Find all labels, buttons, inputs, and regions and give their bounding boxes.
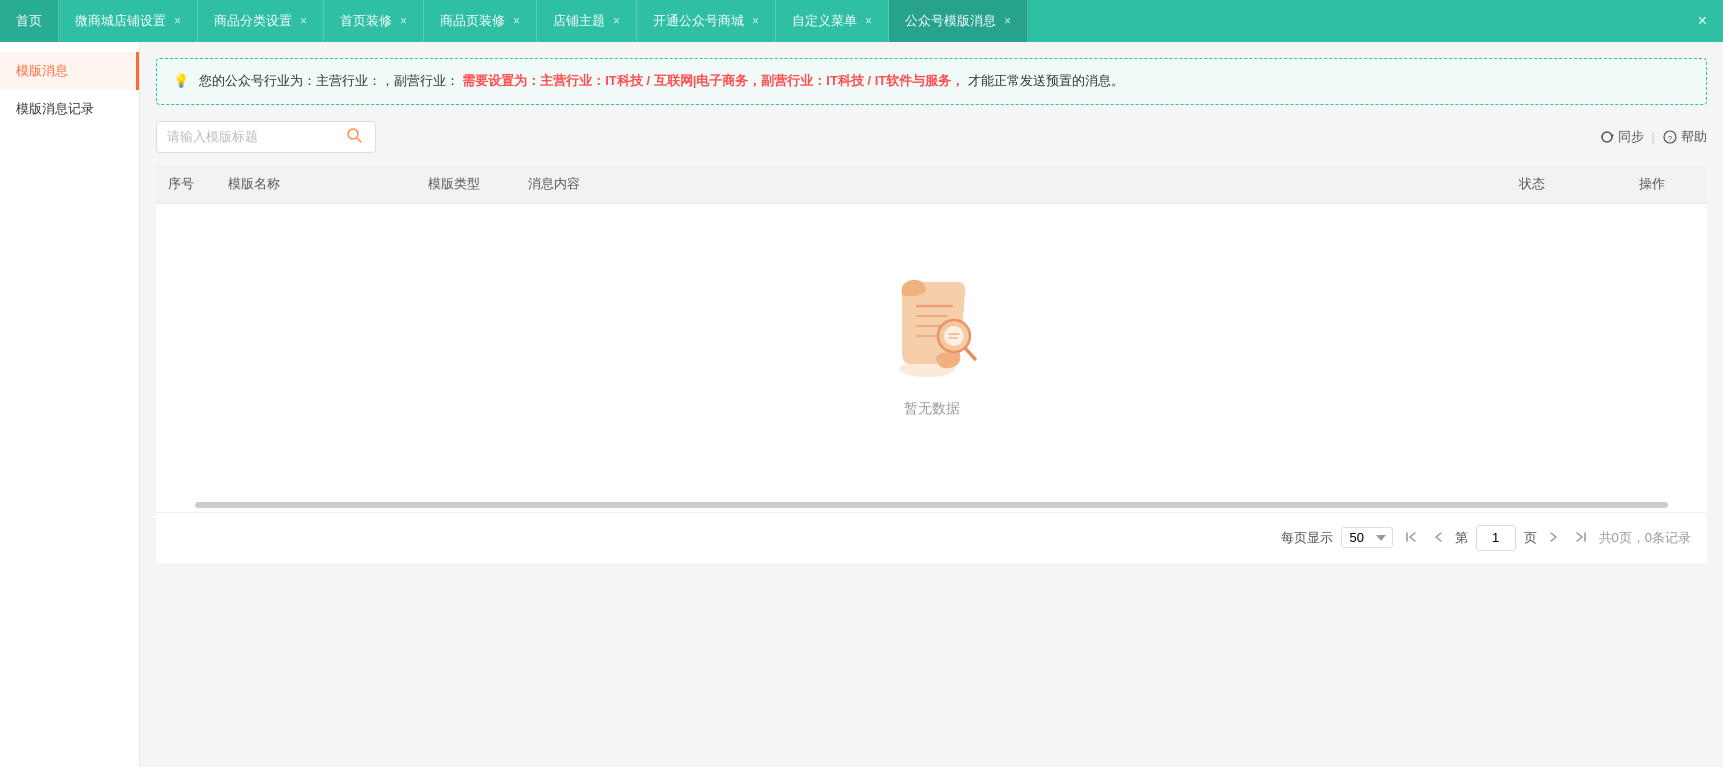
nav-item-home-label: 首页 <box>16 12 42 30</box>
toolbar-right: 同步 | ? 帮助 <box>1600 128 1707 146</box>
first-page-icon <box>1405 531 1417 543</box>
col-header-status: 状态 <box>1507 165 1627 204</box>
nav-item-open-mall[interactable]: 开通公众号商城 × <box>637 0 776 42</box>
nav-item-store-settings[interactable]: 微商城店铺设置 × <box>59 0 198 42</box>
data-table-wrap: 序号 模版名称 模版类型 消息内容 状态 操作 <box>156 165 1707 563</box>
top-navbar: 首页 微商城店铺设置 × 商品分类设置 × 首页装修 × 商品页装修 × 店铺主… <box>0 0 1723 42</box>
nav-item-custom-menu[interactable]: 自定义菜单 × <box>776 0 889 42</box>
svg-point-10 <box>944 326 964 346</box>
sync-button[interactable]: 同步 <box>1600 128 1644 146</box>
search-bar: 同步 | ? 帮助 <box>156 121 1707 153</box>
search-button[interactable] <box>346 127 362 146</box>
col-header-action: 操作 <box>1627 165 1707 204</box>
prev-page-icon <box>1433 531 1443 543</box>
sync-icon <box>1600 130 1614 144</box>
notice-text-prefix: 您的公众号行业为：主营行业：，副营行业： <box>199 73 459 88</box>
page-label: 第 <box>1455 529 1468 547</box>
data-table: 序号 模版名称 模版类型 消息内容 状态 操作 <box>156 165 1707 498</box>
page-unit: 页 <box>1524 529 1537 547</box>
sidebar-item-template-msg-log[interactable]: 模版消息记录 <box>0 90 139 128</box>
help-label: 帮助 <box>1681 128 1707 146</box>
per-page-select[interactable]: 50 10 20 100 <box>1341 527 1393 548</box>
sidebar: 模版消息 模版消息记录 <box>0 42 140 767</box>
svg-line-1 <box>357 138 361 142</box>
search-input[interactable] <box>156 121 376 153</box>
nav-item-homepage-decor[interactable]: 首页装修 × <box>324 0 424 42</box>
svg-line-11 <box>965 348 975 359</box>
next-page-icon <box>1549 531 1559 543</box>
notice-highlight: 需要设置为：主营行业：IT科技 / 互联网|电子商务，副营行业：IT科技 / I… <box>462 73 964 88</box>
empty-state: 暂无数据 <box>156 204 1707 498</box>
nav-label-homepage-decor: 首页装修 <box>340 12 392 30</box>
main-layout: 模版消息 模版消息记录 💡 您的公众号行业为：主营行业：，副营行业： 需要设置为… <box>0 42 1723 767</box>
total-info: 共0页，0条记录 <box>1599 529 1691 547</box>
col-header-name: 模版名称 <box>216 165 416 204</box>
last-page-icon <box>1575 531 1587 543</box>
help-button[interactable]: ? 帮助 <box>1663 128 1707 146</box>
first-page-button[interactable] <box>1401 528 1421 548</box>
help-icon: ? <box>1663 130 1677 144</box>
page-number-input[interactable] <box>1476 525 1516 551</box>
col-header-content: 消息内容 <box>516 165 1507 204</box>
sidebar-label-template-msg: 模版消息 <box>16 63 68 78</box>
close-all-button[interactable]: × <box>1682 0 1723 42</box>
col-header-type: 模版类型 <box>416 165 516 204</box>
nav-item-template-msg[interactable]: 公众号模版消息 × <box>889 0 1028 42</box>
nav-label-product-decor: 商品页装修 <box>440 12 505 30</box>
notice-icon: 💡 <box>173 73 189 88</box>
close-icon-custom-menu[interactable]: × <box>865 14 872 28</box>
close-icon-product-decor[interactable]: × <box>513 14 520 28</box>
close-icon-template-msg[interactable]: × <box>1004 14 1011 28</box>
col-header-seq: 序号 <box>156 165 216 204</box>
svg-text:?: ? <box>1668 133 1673 142</box>
close-icon-store-settings[interactable]: × <box>174 14 181 28</box>
nav-item-home[interactable]: 首页 <box>0 0 59 42</box>
next-page-button[interactable] <box>1545 528 1563 548</box>
last-page-button[interactable] <box>1571 528 1591 548</box>
pagination: 每页显示 50 10 20 100 <box>156 512 1707 563</box>
close-icon-category-settings[interactable]: × <box>300 14 307 28</box>
horizontal-scrollbar[interactable] <box>156 498 1707 512</box>
per-page-label: 每页显示 <box>1281 529 1333 547</box>
notice-text-suffix: 才能正常发送预置的消息。 <box>968 73 1124 88</box>
sync-label: 同步 <box>1618 128 1644 146</box>
close-icon-homepage-decor[interactable]: × <box>400 14 407 28</box>
close-icon-store-theme[interactable]: × <box>613 14 620 28</box>
empty-icon <box>872 264 992 384</box>
notice-box: 💡 您的公众号行业为：主营行业：，副营行业： 需要设置为：主营行业：IT科技 /… <box>156 58 1707 105</box>
nav-label-open-mall: 开通公众号商城 <box>653 12 744 30</box>
close-icon-open-mall[interactable]: × <box>752 14 759 28</box>
search-icon <box>346 127 362 143</box>
prev-page-button[interactable] <box>1429 528 1447 548</box>
content-area: 💡 您的公众号行业为：主营行业：，副营行业： 需要设置为：主营行业：IT科技 /… <box>140 42 1723 767</box>
scrollbar-thumb <box>195 502 1668 508</box>
nav-label-custom-menu: 自定义菜单 <box>792 12 857 30</box>
nav-label-category-settings: 商品分类设置 <box>214 12 292 30</box>
empty-text: 暂无数据 <box>156 400 1707 418</box>
nav-label-store-theme: 店铺主题 <box>553 12 605 30</box>
nav-item-product-decor[interactable]: 商品页装修 × <box>424 0 537 42</box>
nav-item-category-settings[interactable]: 商品分类设置 × <box>198 0 324 42</box>
nav-item-store-theme[interactable]: 店铺主题 × <box>537 0 637 42</box>
toolbar-divider: | <box>1652 129 1655 144</box>
nav-label-store-settings: 微商城店铺设置 <box>75 12 166 30</box>
sidebar-item-template-msg[interactable]: 模版消息 <box>0 52 139 90</box>
sidebar-label-template-msg-log: 模版消息记录 <box>16 101 94 116</box>
nav-label-template-msg: 公众号模版消息 <box>905 12 996 30</box>
